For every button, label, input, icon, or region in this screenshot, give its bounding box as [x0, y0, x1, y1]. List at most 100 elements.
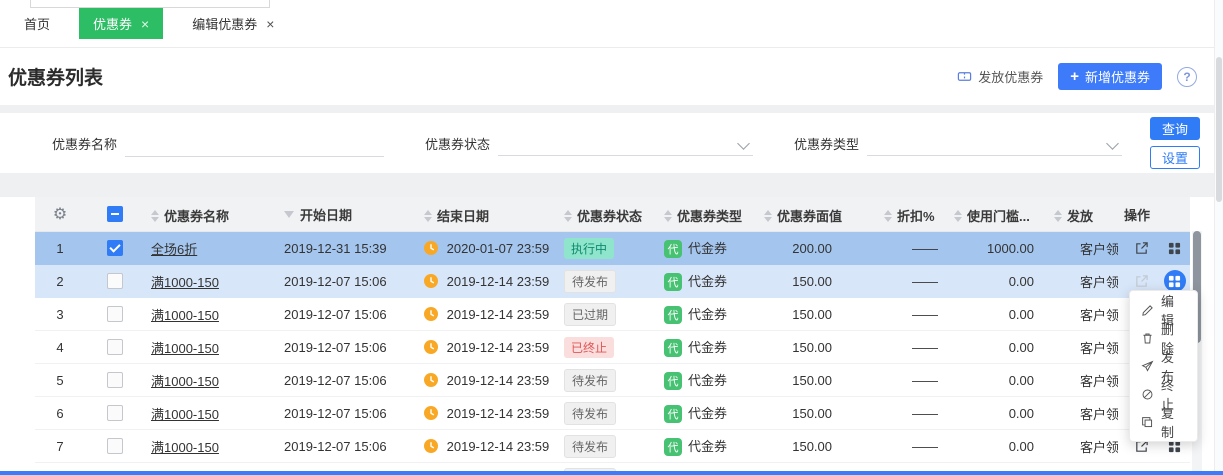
tab-label: 优惠券 [93, 17, 133, 32]
discount-cell: —— [878, 330, 948, 364]
coupon-table: ⚙ 优惠券名称 开始日期 结束日期 优惠券状态 优惠券类型 优惠券面值 折扣% … [35, 197, 1190, 475]
header-actions: 操作 [1118, 197, 1190, 232]
row-number-cell: 1 [35, 231, 85, 265]
page-scrollbar[interactable] [1214, 0, 1223, 475]
edit-icon [1142, 304, 1153, 316]
coupon-type-icon: 代 [664, 240, 682, 259]
row-checkbox[interactable] [107, 405, 123, 422]
distribute-coupon-button[interactable]: 发放优惠券 [957, 67, 1043, 86]
help-icon[interactable]: ? [1177, 66, 1197, 87]
coupon-name-link[interactable]: 满1000-150 [151, 407, 219, 422]
row-checkbox[interactable] [107, 372, 123, 389]
table-row[interactable]: 3 满1000-150 2019-12-07 15:06 2019-12-14 … [35, 297, 1190, 331]
sort-icon[interactable] [1054, 209, 1062, 222]
coupon-name-link[interactable]: 全场6折 [151, 242, 197, 257]
coupon-name-link[interactable]: 满1000-150 [151, 275, 219, 290]
sort-icon[interactable] [884, 209, 892, 222]
filter-icon[interactable] [284, 210, 294, 218]
header-start[interactable]: 开始日期 [278, 197, 418, 232]
table-row[interactable]: 5 满1000-150 2019-12-07 15:06 2019-12-14 … [35, 363, 1190, 397]
row-checkbox[interactable] [107, 438, 123, 455]
sort-icon[interactable] [564, 209, 572, 222]
plus-icon: + [1070, 68, 1079, 85]
sort-icon[interactable] [954, 209, 962, 222]
select-all-checkbox[interactable] [107, 206, 123, 223]
sort-icon[interactable] [764, 209, 772, 222]
row-checkbox-cell [85, 363, 145, 397]
row-checkbox-cell [85, 429, 145, 463]
share-icon[interactable] [1130, 237, 1152, 259]
threshold-cell: 0.00 [948, 363, 1048, 397]
row-checkbox[interactable] [107, 306, 123, 323]
threshold-cell: 0.00 [948, 396, 1048, 430]
coupon-name-link[interactable]: 满1000-150 [151, 440, 219, 455]
tab-coupon[interactable]: 优惠券 × [79, 8, 164, 39]
status-cell: 已过期 [558, 297, 658, 331]
header-status[interactable]: 优惠券状态 [558, 197, 658, 232]
table-row[interactable]: 4 满1000-150 2019-12-07 15:06 2019-12-14 … [35, 330, 1190, 364]
status-badge: 待发布 [564, 368, 617, 392]
header-type[interactable]: 优惠券类型 [658, 197, 758, 232]
table-row[interactable]: 6 满1000-150 2019-12-07 15:06 2019-12-14 … [35, 396, 1190, 430]
row-checkbox[interactable] [107, 273, 123, 290]
status-badge: 执行中 [564, 237, 615, 259]
row-checkbox-cell [85, 231, 145, 265]
header-value[interactable]: 优惠券面值 [758, 197, 878, 232]
threshold-cell: 0.00 [948, 264, 1048, 298]
coupon-name-input[interactable] [125, 129, 385, 157]
coupon-name-link[interactable]: 满1000-150 [151, 308, 219, 323]
row-number-cell: 5 [35, 363, 85, 397]
row-checkbox-cell [85, 297, 145, 331]
end-date-cell: 2019-12-14 23:59 [418, 297, 558, 331]
table-body: 1 全场6折 2019-12-31 15:39 2020-01-07 23:59… [35, 231, 1190, 475]
face-value-cell: 150.00 [758, 330, 878, 364]
sort-icon[interactable] [664, 209, 672, 222]
coupon-name-link[interactable]: 满1000-150 [151, 374, 219, 389]
coupon-name-link[interactable]: 满1000-150 [151, 341, 219, 356]
row-checkbox[interactable] [107, 240, 123, 257]
coupon-type-icon: 代 [664, 438, 682, 457]
menu-item-copy[interactable]: 复制 [1130, 406, 1197, 440]
header-name[interactable]: 优惠券名称 [145, 197, 278, 232]
row-checkbox-cell [85, 396, 145, 430]
sort-icon[interactable] [151, 209, 159, 222]
search-button[interactable]: 查询 [1150, 117, 1201, 140]
start-date-cell: 2019-12-07 15:06 [278, 330, 418, 364]
start-date-cell: 2019-12-31 15:39 [278, 231, 418, 265]
row-checkbox[interactable] [107, 339, 123, 356]
more-actions-icon[interactable] [1164, 237, 1186, 259]
header-discount[interactable]: 折扣% [878, 197, 948, 232]
share-icon[interactable] [1130, 270, 1152, 292]
coupon-type-icon: 代 [664, 339, 682, 358]
sort-icon[interactable] [424, 209, 432, 222]
table-row[interactable]: 1 全场6折 2019-12-31 15:39 2020-01-07 23:59… [35, 231, 1190, 265]
more-actions-icon[interactable] [1163, 270, 1186, 292]
filter-panel: 优惠券名称 优惠券状态 优惠券类型 查询 设置 [0, 113, 1223, 173]
add-coupon-button[interactable]: + 新增优惠券 [1058, 63, 1162, 90]
page-scrollbar-thumb[interactable] [1216, 57, 1222, 202]
type-cell: 代代金券 [658, 330, 758, 364]
close-icon[interactable]: × [266, 17, 274, 31]
header-threshold[interactable]: 使用门槛... [948, 197, 1048, 232]
tab-edit-coupon[interactable]: 编辑优惠券 × [178, 8, 289, 39]
table-row[interactable]: 2 满1000-150 2019-12-07 15:06 2019-12-14 … [35, 264, 1190, 298]
header-issue[interactable]: 发放 [1048, 197, 1118, 232]
horizontal-scrollbar[interactable] [0, 471, 1223, 475]
header-end[interactable]: 结束日期 [418, 197, 558, 232]
type-cell: 代代金券 [658, 363, 758, 397]
table-row[interactable]: 7 满1000-150 2019-12-07 15:06 2019-12-14 … [35, 429, 1190, 463]
status-cell: 待发布 [558, 264, 658, 298]
coupon-icon [958, 72, 972, 81]
face-value-cell: 150.00 [758, 264, 878, 298]
start-date-cell: 2019-12-07 15:06 [278, 297, 418, 331]
coupon-status-select[interactable] [498, 131, 754, 156]
filter-type-group: 优惠券类型 [794, 131, 1123, 156]
close-icon[interactable]: × [141, 17, 149, 31]
settings-button[interactable]: 设置 [1150, 146, 1201, 169]
coupon-type-select[interactable] [867, 131, 1123, 156]
issue-cell: 客户领 [1048, 297, 1118, 331]
tab-home[interactable]: 首页 [10, 8, 65, 39]
row-number-cell: 4 [35, 330, 85, 364]
coupon-type-icon: 代 [664, 405, 682, 424]
gear-icon[interactable]: ⚙ [53, 206, 67, 223]
